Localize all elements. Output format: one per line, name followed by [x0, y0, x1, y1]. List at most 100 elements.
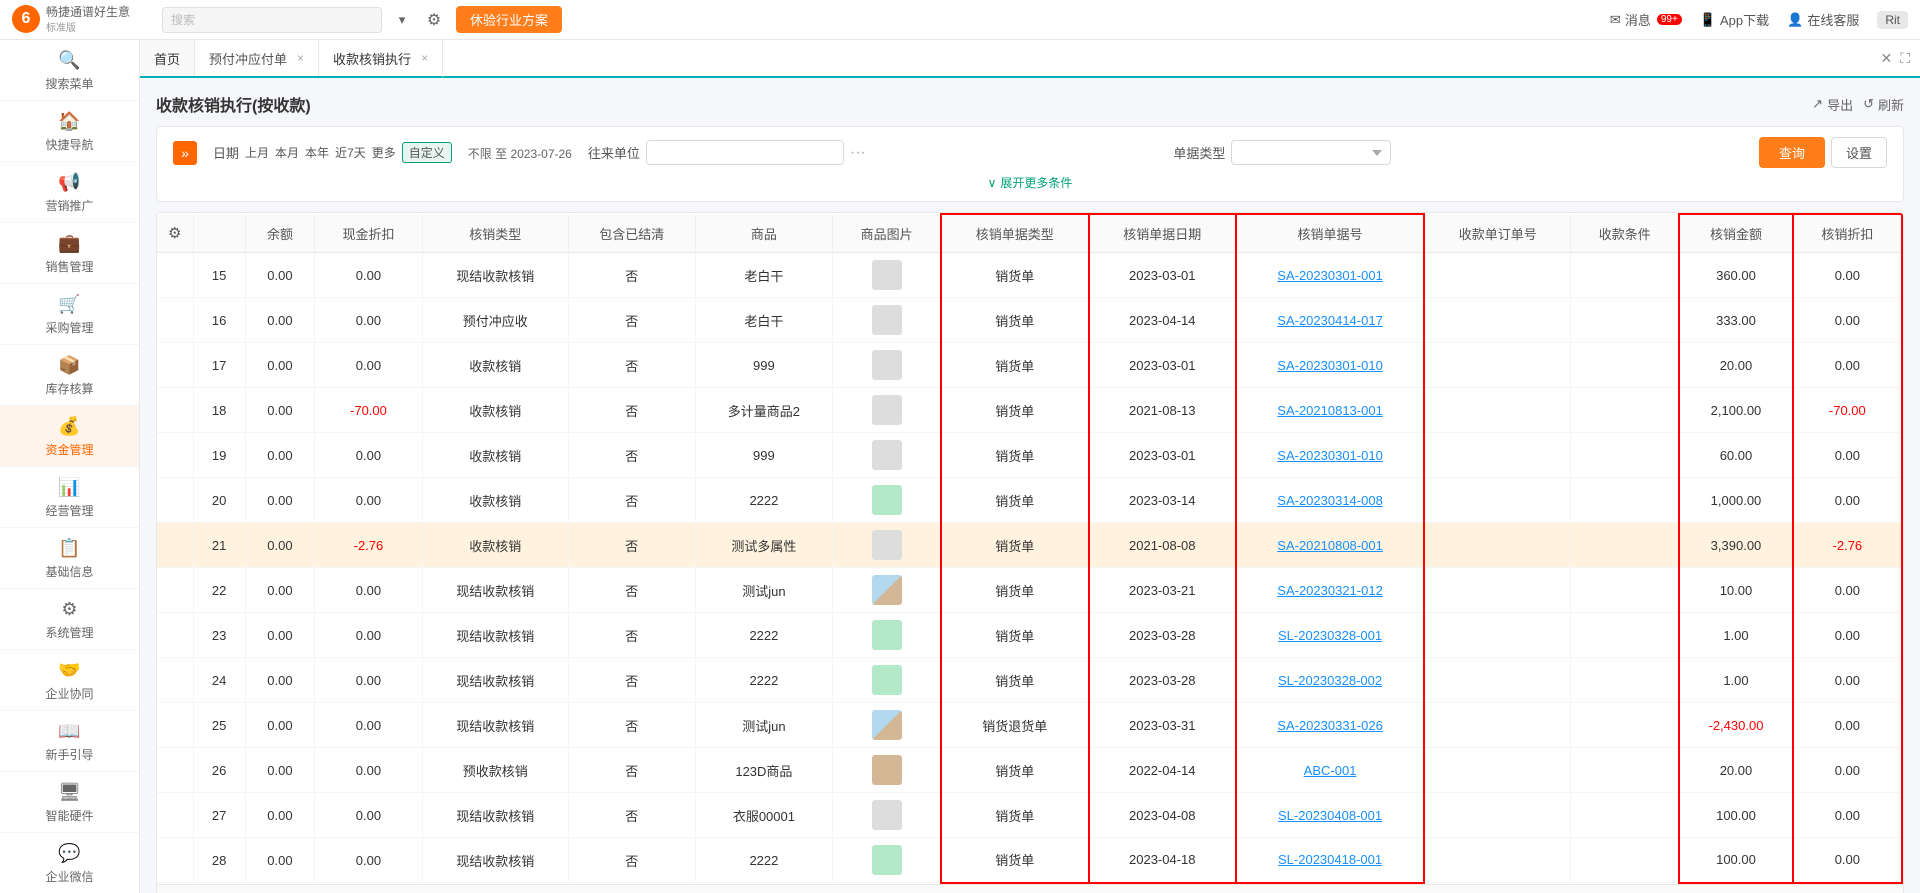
td-gear [157, 793, 193, 838]
td-verify-type: 收款核销 [422, 523, 568, 568]
tab-verify[interactable]: 收款核销执行 × [319, 40, 443, 78]
setting-button[interactable]: 设置 [1831, 137, 1887, 168]
td-receipt-cond [1571, 523, 1679, 568]
td-verify-type: 预收款核销 [422, 748, 568, 793]
tab-prepay[interactable]: 预付冲应付单 × [195, 40, 319, 76]
td-balance: 0.00 [245, 658, 314, 703]
sidebar-item-base-info[interactable]: 📋 基础信息 [0, 528, 139, 589]
date-more[interactable]: 更多 [372, 144, 396, 161]
td-bill-type: 销货单 [941, 793, 1088, 838]
sidebar-item-enterprise[interactable]: 🤝 企业协同 [0, 650, 139, 711]
td-receipt-order [1424, 613, 1571, 658]
bill-no-link[interactable]: SL-20230328-002 [1278, 673, 1382, 688]
td-bill-date: 2021-08-13 [1089, 388, 1236, 433]
date-custom[interactable]: 自定义 [402, 142, 452, 163]
sidebar-item-guide[interactable]: 📖 新手引导 [0, 711, 139, 772]
message-button[interactable]: ✉ 消息 99+ [1610, 10, 1682, 29]
sidebar-item-search[interactable]: 🔍 搜索菜单 [0, 40, 139, 101]
bill-no-link[interactable]: SA-20230314-008 [1277, 493, 1383, 508]
main-table: ⚙ 余额 现金折扣 核销类型 包含已结清 商品 商品图片 核销单据类型 核销单据… [157, 213, 1903, 884]
table-header-row: ⚙ 余额 现金折扣 核销类型 包含已结清 商品 商品图片 核销单据类型 核销单据… [157, 214, 1902, 253]
filter-expand-button[interactable]: » [173, 141, 197, 165]
th-receipt-cond: 收款条件 [1571, 214, 1679, 253]
td-receipt-cond [1571, 478, 1679, 523]
finance-icon: 💰 [58, 416, 80, 437]
td-receipt-order [1424, 433, 1571, 478]
th-gear[interactable]: ⚙ [157, 214, 193, 253]
expand-more-button[interactable]: ∨ 展开更多条件 [173, 174, 1887, 191]
sidebar-item-operation[interactable]: 📊 经营管理 [0, 467, 139, 528]
close-all-icon[interactable]: ✕ [1880, 50, 1892, 67]
td-verify-type: 收款核销 [422, 433, 568, 478]
td-include-settled: 否 [568, 343, 695, 388]
td-bill-date: 2023-04-18 [1089, 838, 1236, 883]
bill-type-select[interactable] [1231, 140, 1391, 165]
sidebar-item-inventory[interactable]: 📦 库存核算 [0, 345, 139, 406]
th-bill-date: 核销单据日期 [1089, 214, 1236, 253]
bill-no-link[interactable]: SA-20230321-012 [1277, 583, 1383, 598]
td-bill-type: 销货单 [941, 298, 1088, 343]
td-product: 2222 [695, 658, 832, 703]
td-product: 老白干 [695, 253, 832, 298]
bill-no-link[interactable]: SA-20230301-001 [1277, 268, 1383, 283]
tab-home[interactable]: 首页 [140, 40, 195, 76]
bill-type-label: 单据类型 [1173, 143, 1225, 162]
bill-no-link[interactable]: SL-20230408-001 [1278, 808, 1382, 823]
app-download-button[interactable]: 📱 App下载 [1700, 10, 1769, 29]
export-button[interactable]: ↗ 导出 [1812, 95, 1853, 114]
settings-gear-icon[interactable]: ⚙ [422, 8, 446, 32]
sidebar-item-purchase[interactable]: 🛒 采购管理 [0, 284, 139, 345]
date-7days[interactable]: 近7天 [335, 144, 366, 161]
fullscreen-icon[interactable]: ⛶ [1900, 50, 1910, 67]
bill-no-link[interactable]: SA-20230301-010 [1277, 448, 1383, 463]
date-this-year[interactable]: 本年 [305, 144, 329, 161]
bill-no-link[interactable]: SA-20230331-026 [1277, 718, 1383, 733]
verify-tab-close[interactable]: × [421, 51, 428, 65]
from-unit-input[interactable] [646, 140, 844, 165]
td-verify-amt: 100.00 [1679, 793, 1792, 838]
td-gear [157, 568, 193, 613]
bill-type-group: 单据类型 [1173, 140, 1743, 165]
bill-no-link[interactable]: SA-20230414-017 [1277, 313, 1383, 328]
sidebar-item-sales[interactable]: 💼 销售管理 [0, 223, 139, 284]
online-service-button[interactable]: 👤 在线客服 [1787, 10, 1859, 29]
td-verify-type: 预付冲应收 [422, 298, 568, 343]
user-name[interactable]: Rit [1877, 11, 1908, 29]
app-logo: 6 畅捷通谱好生意 标准版 [12, 5, 152, 34]
bill-no-link[interactable]: SL-20230328-001 [1278, 628, 1382, 643]
td-balance: 0.00 [245, 568, 314, 613]
td-bill-date: 2022-04-14 [1089, 748, 1236, 793]
th-verify-type: 核销类型 [422, 214, 568, 253]
table-row: 16 0.00 0.00 预付冲应收 否 老白干 销货单 2023-04-14 … [157, 298, 1902, 343]
bill-no-link[interactable]: SA-20210813-001 [1277, 403, 1383, 418]
sidebar-item-wechat[interactable]: 💬 企业微信 [0, 833, 139, 893]
sidebar-item-hardware[interactable]: 🖥 智能硬件 [0, 772, 139, 833]
td-include-settled: 否 [568, 433, 695, 478]
guide-icon: 📖 [58, 721, 80, 742]
sidebar-item-marketing[interactable]: 📢 营销推广 [0, 162, 139, 223]
industry-plan-button[interactable]: 休验行业方案 [456, 6, 562, 33]
td-balance: 0.00 [245, 388, 314, 433]
sidebar-item-finance[interactable]: 💰 资金管理 [0, 406, 139, 467]
bill-no-link[interactable]: ABC-001 [1304, 763, 1357, 778]
td-balance: 0.00 [245, 343, 314, 388]
query-button[interactable]: 查询 [1759, 137, 1825, 168]
dropdown-arrow[interactable]: ▾ [392, 10, 412, 30]
search-box[interactable]: 搜索 [162, 7, 382, 33]
refresh-button[interactable]: ↺ 刷新 [1863, 95, 1904, 114]
td-bill-date: 2023-03-01 [1089, 433, 1236, 478]
sidebar-item-system[interactable]: ⚙ 系统管理 [0, 589, 139, 650]
td-receipt-cond [1571, 343, 1679, 388]
from-unit-label: 往来单位 [588, 143, 640, 162]
td-bill-type: 销货单 [941, 523, 1088, 568]
date-this-month[interactable]: 本月 [275, 144, 299, 161]
bill-no-link[interactable]: SL-20230418-001 [1278, 852, 1382, 867]
bill-no-link[interactable]: SA-20230301-010 [1277, 358, 1383, 373]
td-bill-no: SA-20230414-017 [1236, 298, 1424, 343]
td-verify-type: 现结收款核销 [422, 568, 568, 613]
prepay-tab-close[interactable]: × [297, 51, 304, 65]
from-unit-expand[interactable]: ··· [850, 144, 866, 162]
date-prev-month[interactable]: 上月 [245, 144, 269, 161]
sidebar-item-quicknav[interactable]: 🏠 快捷导航 [0, 101, 139, 162]
bill-no-link[interactable]: SA-20210808-001 [1277, 538, 1383, 553]
